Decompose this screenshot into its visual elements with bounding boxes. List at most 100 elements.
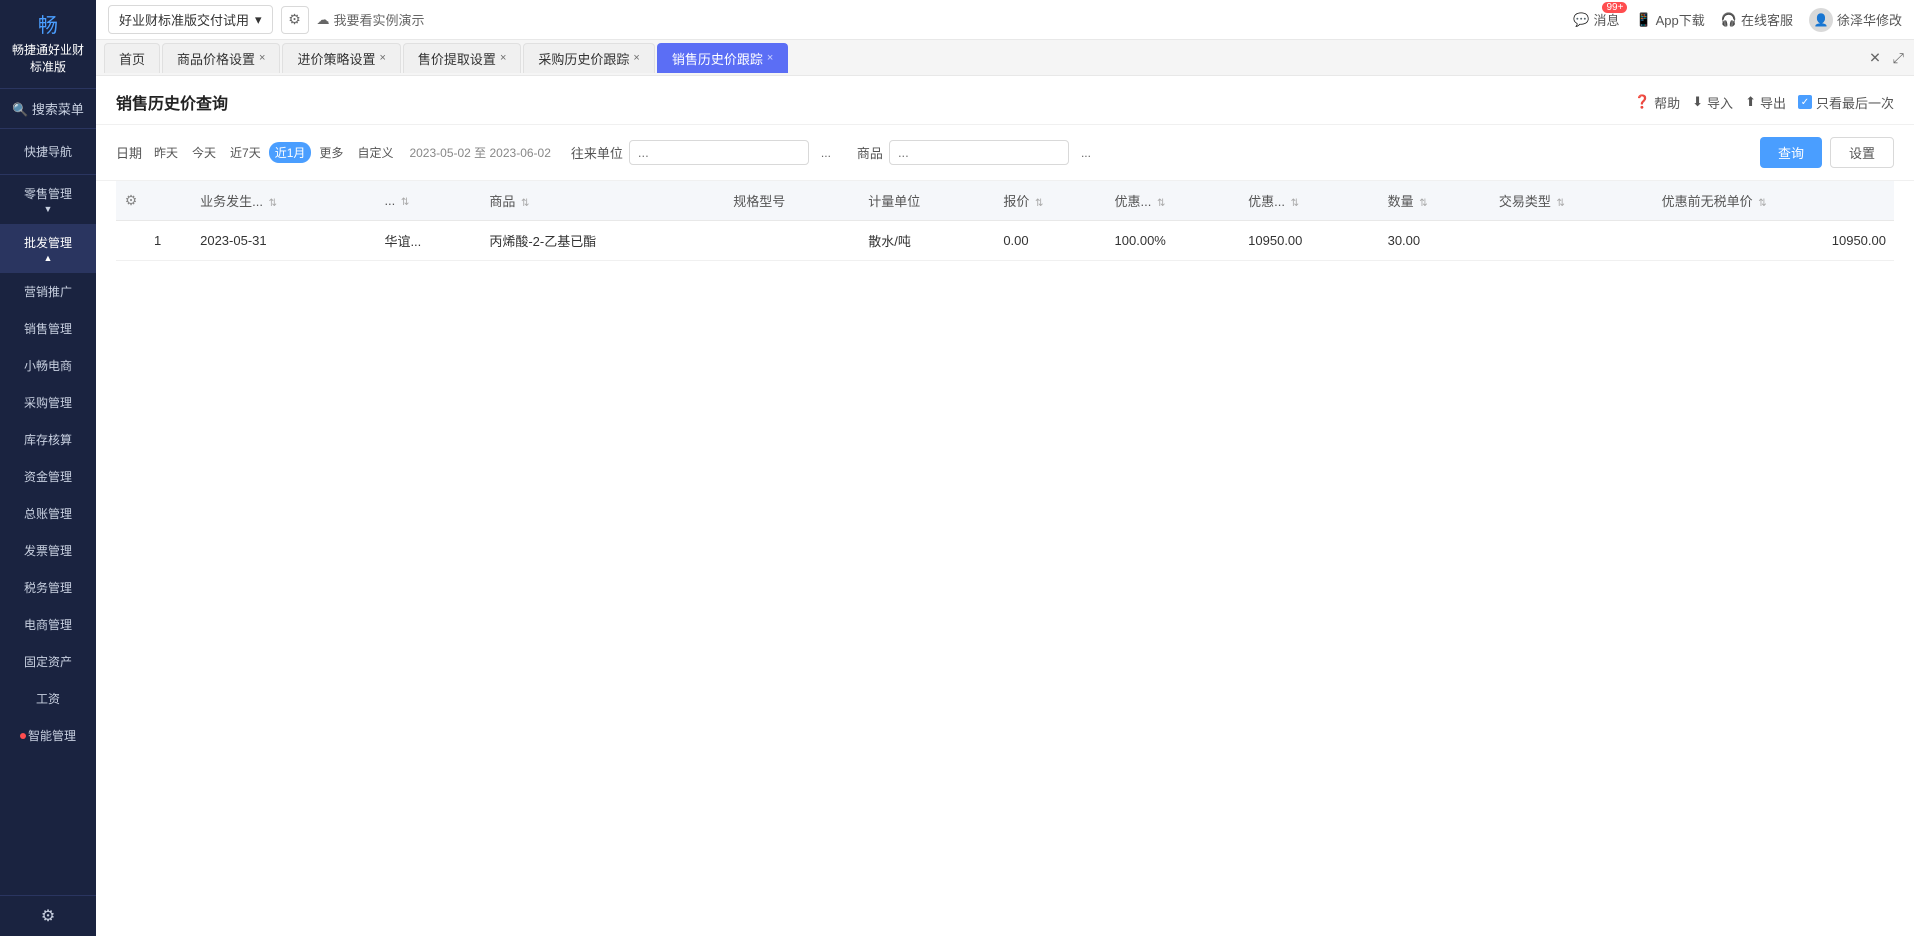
goods-input[interactable] <box>889 140 1069 165</box>
online-support-button[interactable]: 🎧 在线客服 <box>1721 10 1793 29</box>
th-more[interactable]: ... ⇅ <box>376 181 481 221</box>
sidebar-item-retail[interactable]: 零售管理 ▼ <box>0 175 96 224</box>
retail-label: 零售管理 <box>24 185 72 202</box>
sidebar-item-smart-mgmt[interactable]: 智能管理 <box>0 717 96 754</box>
user-info[interactable]: 👤 徐泽华修改 <box>1809 8 1902 32</box>
demo-link[interactable]: ☁ 我要看实例演示 <box>317 10 425 29</box>
search-label: 搜索菜单 <box>32 102 84 117</box>
date-btn-more[interactable]: 更多 <box>313 142 349 163</box>
th-biz-date[interactable]: 业务发生... ⇅ <box>192 181 376 221</box>
topbar-settings-button[interactable]: ⚙ <box>281 6 309 34</box>
gear-icon: ⚙ <box>288 11 301 28</box>
date-btn-last7days[interactable]: 近7天 <box>224 142 267 163</box>
sidebar-quick-nav[interactable]: 快捷导航 <box>0 129 96 175</box>
row-more-cell: 华谊... <box>376 221 481 261</box>
page-title: 销售历史价查询 <box>116 90 228 114</box>
checkbox-checked-icon <box>1798 95 1812 109</box>
tab-sales-history[interactable]: 销售历史价跟踪 × <box>657 43 788 73</box>
sort-icon: ⇅ <box>1419 198 1427 209</box>
sidebar-item-wholesale[interactable]: 批发管理 ▲ <box>0 224 96 273</box>
import-link[interactable]: ⬇ 导入 <box>1692 93 1733 112</box>
download-icon: 📱 <box>1635 12 1651 28</box>
close-icon[interactable]: × <box>379 52 385 64</box>
close-icon[interactable]: × <box>259 52 265 64</box>
goods-filter-group: 商品 ... <box>857 140 1097 165</box>
help-label: 帮助 <box>1654 93 1680 112</box>
sidebar-item-general-ledger[interactable]: 总账管理 <box>0 495 96 532</box>
sort-icon: ⇅ <box>1291 198 1299 209</box>
app-download-label: App下载 <box>1656 10 1705 29</box>
close-window-button[interactable]: ✕ <box>1867 47 1883 68</box>
th-gear: ⚙ <box>116 181 146 221</box>
date-btn-last1month[interactable]: 近1月 <box>269 142 312 163</box>
th-qty[interactable]: 数量 ⇅ <box>1380 181 1491 221</box>
table-gear-icon[interactable]: ⚙ <box>125 192 138 208</box>
goods-more-button[interactable]: ... <box>1075 144 1097 162</box>
sidebar: 畅 畅捷通好业财 标准版 🔍 搜索菜单 快捷导航 零售管理 ▼ 批发管理 ▲ 营… <box>0 0 96 936</box>
sidebar-item-payroll[interactable]: 工资 <box>0 680 96 717</box>
quick-nav-label: 快捷导航 <box>24 145 72 159</box>
sidebar-search[interactable]: 🔍 搜索菜单 <box>0 89 96 129</box>
th-discount1[interactable]: 优惠... ⇅ <box>1107 181 1241 221</box>
filter-area: 日期 昨天 今天 近7天 近1月 更多 自定义 2023-05-02 至 202… <box>96 125 1914 181</box>
help-link[interactable]: ❓ 帮助 <box>1634 93 1680 112</box>
sidebar-nav-item-quicknav[interactable]: 快捷导航 <box>4 137 92 166</box>
tab-price-settings-label: 商品价格设置 <box>177 49 255 68</box>
sidebar-item-purchase[interactable]: 采购管理 <box>0 384 96 421</box>
customer-input[interactable] <box>629 140 809 165</box>
sidebar-item-finance[interactable]: 资金管理 <box>0 458 96 495</box>
tab-sale-price[interactable]: 售价提取设置 × <box>403 43 521 73</box>
tab-price-settings[interactable]: 商品价格设置 × <box>162 43 280 73</box>
th-pretax-price[interactable]: 优惠前无税单价 ⇅ <box>1654 181 1894 221</box>
date-btn-custom[interactable]: 自定义 <box>351 142 399 163</box>
content-area: 销售历史价查询 ❓ 帮助 ⬇ 导入 ⬆ 导出 只看最后一次 <box>96 76 1914 936</box>
row-goods-cell: 丙烯酸-2-乙基已酯 <box>481 221 725 261</box>
table-body: 1 2023-05-31 华谊... 丙烯酸-2-乙基已酯 散水/吨 0.00 … <box>116 221 1894 261</box>
th-discount2[interactable]: 优惠... ⇅ <box>1240 181 1379 221</box>
tab-sales-history-label: 销售历史价跟踪 <box>672 49 763 68</box>
smart-mgmt-label: 智能管理 <box>20 727 76 744</box>
close-icon[interactable]: × <box>633 52 639 64</box>
only-last-checkbox[interactable]: 只看最后一次 <box>1798 93 1894 112</box>
sidebar-item-invoice[interactable]: 发票管理 <box>0 532 96 569</box>
messages-button[interactable]: 💬 消息 99+ <box>1573 10 1619 29</box>
sort-icon: ⇅ <box>1556 198 1564 209</box>
logo-name: 畅捷通好业财 <box>12 43 84 57</box>
th-trade-type[interactable]: 交易类型 ⇅ <box>1491 181 1654 221</box>
sort-icon: ⇅ <box>1758 198 1766 209</box>
export-label: 导出 <box>1760 93 1786 112</box>
sidebar-item-marketing[interactable]: 营销推广 <box>0 273 96 310</box>
app-download-button[interactable]: 📱 App下载 <box>1635 10 1704 29</box>
sidebar-menu: 零售管理 ▼ 批发管理 ▲ 营销推广 销售管理 小畅电商 采购管理 库存核算 资… <box>0 175 96 895</box>
sidebar-item-tax[interactable]: 税务管理 <box>0 569 96 606</box>
finance-label: 资金管理 <box>24 468 72 485</box>
sidebar-item-inventory[interactable]: 库存核算 <box>0 421 96 458</box>
th-goods[interactable]: 商品 ⇅ <box>481 181 725 221</box>
messages-badge: 99+ <box>1602 2 1627 13</box>
tab-purchase-strategy[interactable]: 进价策略设置 × <box>282 43 400 73</box>
customer-more-button[interactable]: ... <box>815 144 837 162</box>
topbar-left: 好业财标准版交付试用 ▾ ⚙ ☁ 我要看实例演示 <box>108 5 425 34</box>
sidebar-item-sales[interactable]: 销售管理 <box>0 310 96 347</box>
tab-home[interactable]: 首页 <box>104 43 160 73</box>
th-price[interactable]: 报价 ⇅ <box>995 181 1106 221</box>
date-btn-today[interactable]: 今天 <box>186 142 222 163</box>
tab-purchase-history[interactable]: 采购历史价跟踪 × <box>523 43 654 73</box>
query-button[interactable]: 查询 <box>1760 137 1822 168</box>
date-btn-yesterday[interactable]: 昨天 <box>148 142 184 163</box>
sidebar-item-ecommerce[interactable]: 电商管理 <box>0 606 96 643</box>
export-link[interactable]: ⬆ 导出 <box>1745 93 1786 112</box>
close-icon[interactable]: × <box>767 52 773 64</box>
close-icon[interactable]: × <box>500 52 506 64</box>
invoice-label: 发票管理 <box>24 542 72 559</box>
ecommerce-label: 电商管理 <box>24 616 72 633</box>
sidebar-item-small-ecommerce[interactable]: 小畅电商 <box>0 347 96 384</box>
sidebar-item-fixed-assets[interactable]: 固定资产 <box>0 643 96 680</box>
maximize-window-button[interactable]: ⤢ <box>1891 47 1906 68</box>
demo-label: 我要看实例演示 <box>334 10 425 29</box>
export-icon: ⬆ <box>1745 94 1756 110</box>
settings-gear-icon[interactable]: ⚙ <box>41 908 55 925</box>
app-selector[interactable]: 好业财标准版交付试用 ▾ <box>108 5 273 34</box>
wholesale-label: 批发管理 <box>24 234 72 251</box>
settings-button[interactable]: 设置 <box>1830 137 1894 168</box>
